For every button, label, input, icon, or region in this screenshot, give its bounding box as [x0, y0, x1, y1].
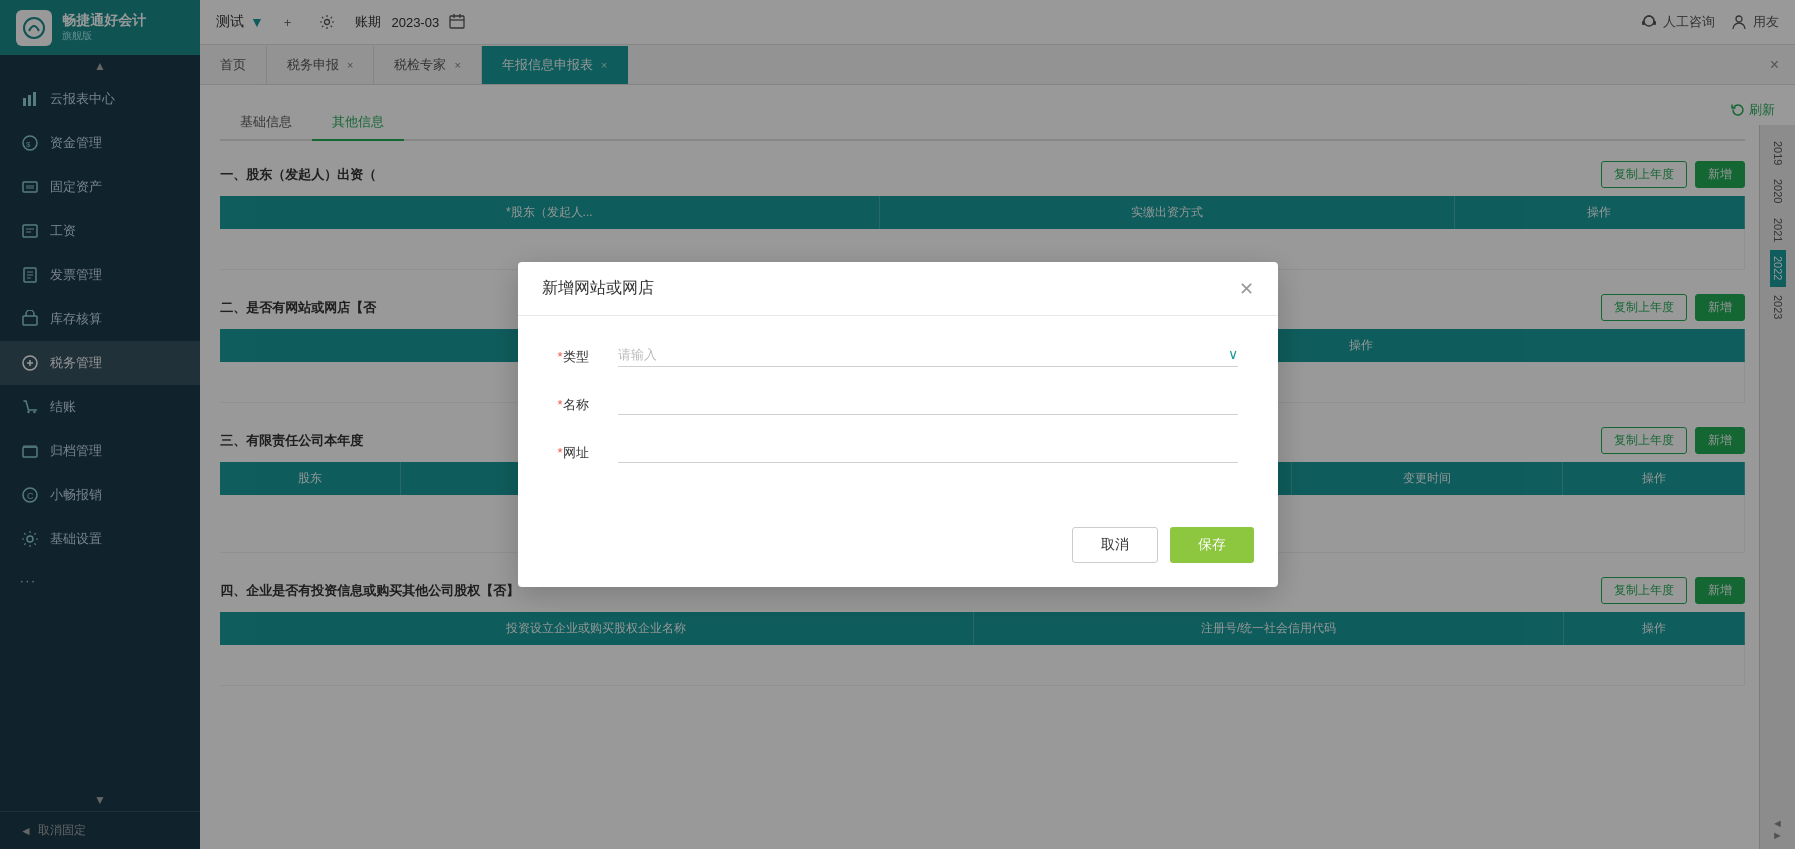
add-website-modal: 新增网站或网店 ✕ *类型 ∨ *名称 [518, 262, 1278, 587]
form-row-name: *名称 [558, 395, 1238, 415]
form-input-wrap-type: ∨ [618, 346, 1238, 367]
form-input-wrap-name [618, 395, 1238, 415]
name-input[interactable] [618, 395, 1238, 410]
form-label-name: *名称 [558, 396, 618, 414]
label-text-type: 类型 [563, 349, 589, 364]
save-button[interactable]: 保存 [1170, 527, 1254, 563]
modal-overlay[interactable]: 新增网站或网店 ✕ *类型 ∨ *名称 [0, 0, 1795, 849]
modal-title: 新增网站或网店 [542, 278, 654, 299]
type-dropdown-icon[interactable]: ∨ [1228, 346, 1238, 362]
cancel-button[interactable]: 取消 [1072, 527, 1158, 563]
form-label-url: *网址 [558, 444, 618, 462]
label-text-url: 网址 [563, 445, 589, 460]
modal-close-btn[interactable]: ✕ [1239, 280, 1254, 298]
form-row-type: *类型 ∨ [558, 346, 1238, 367]
label-text-name: 名称 [563, 397, 589, 412]
url-input[interactable] [618, 443, 1238, 458]
form-label-type: *类型 [558, 348, 618, 366]
form-input-wrap-url [618, 443, 1238, 463]
modal-footer: 取消 保存 [518, 511, 1278, 587]
modal-body: *类型 ∨ *名称 *网址 [518, 316, 1278, 511]
form-row-url: *网址 [558, 443, 1238, 463]
type-input[interactable] [618, 347, 1228, 362]
modal-header: 新增网站或网店 ✕ [518, 262, 1278, 316]
